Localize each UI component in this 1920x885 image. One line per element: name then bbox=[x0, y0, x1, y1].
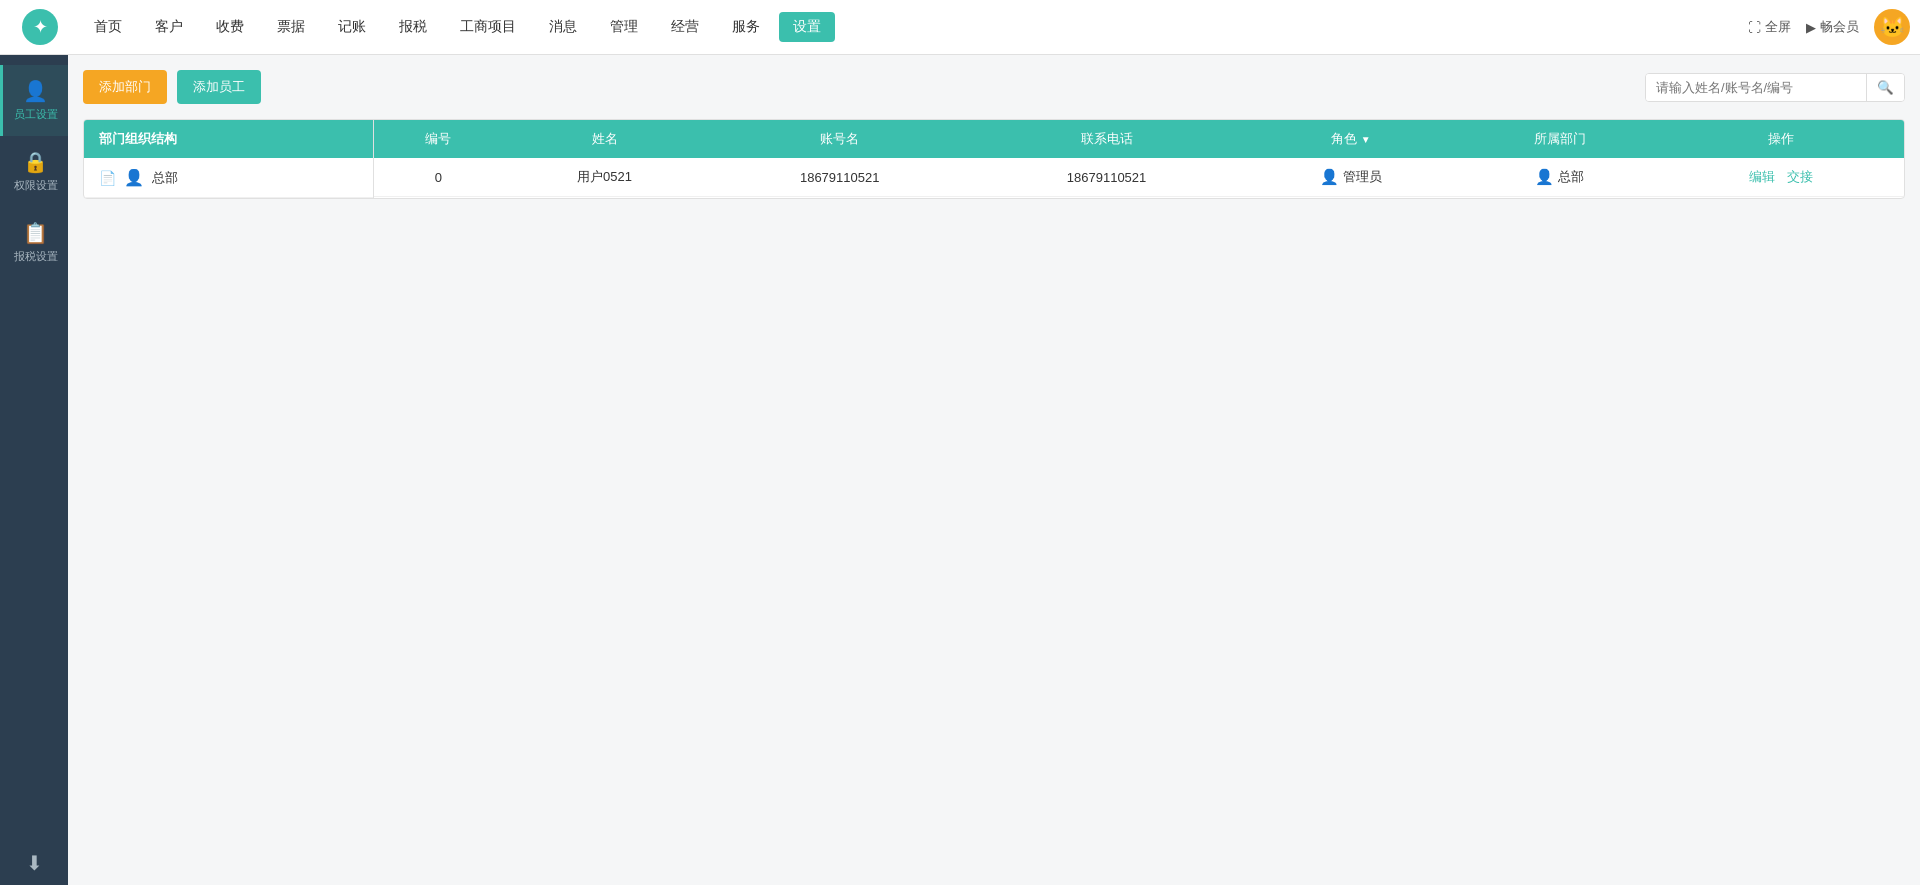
filter-icon: ▼ bbox=[1361, 134, 1371, 145]
search-button[interactable]: 🔍 bbox=[1866, 74, 1904, 101]
nav-items: 首页客户收费票据记账报税工商项目消息管理经营服务设置 bbox=[80, 12, 1748, 42]
nav-item-客户[interactable]: 客户 bbox=[141, 12, 197, 42]
avatar[interactable]: 🐱 bbox=[1874, 9, 1910, 45]
member-icon: ▶ bbox=[1806, 20, 1816, 35]
edit-link[interactable]: 编辑 bbox=[1749, 169, 1775, 184]
nav-item-设置[interactable]: 设置 bbox=[779, 12, 835, 42]
sidebar-label: 员工设置 bbox=[14, 107, 58, 122]
search-box: 🔍 bbox=[1645, 73, 1905, 102]
sidebar-bottom-icon[interactable]: ⬇ bbox=[16, 841, 53, 885]
nav-item-消息[interactable]: 消息 bbox=[535, 12, 591, 42]
col-header-6: 操作 bbox=[1657, 120, 1904, 158]
col-header-2: 账号名 bbox=[706, 120, 973, 158]
sidebar-icon: 📋 bbox=[23, 221, 48, 245]
emp-table: 编号姓名账号名联系电话角色 ▼所属部门操作 0 用户0521 186791105… bbox=[374, 120, 1904, 197]
toolbar: 添加部门 添加员工 🔍 bbox=[83, 70, 1905, 104]
dept-icon: 👤 bbox=[1535, 168, 1554, 186]
emp-panel: 编号姓名账号名联系电话角色 ▼所属部门操作 0 用户0521 186791105… bbox=[374, 120, 1904, 198]
fullscreen-label: 全屏 bbox=[1765, 18, 1791, 36]
sidebar-item-员工设置[interactable]: 👤 员工设置 bbox=[0, 65, 68, 136]
logo-icon: ✦ bbox=[22, 9, 58, 45]
sidebar-icon: 👤 bbox=[23, 79, 48, 103]
col-header-3: 联系电话 bbox=[973, 120, 1240, 158]
logo: ✦ bbox=[10, 9, 70, 45]
role-icon: 👤 bbox=[1320, 168, 1339, 186]
dept-name: 总部 bbox=[152, 169, 178, 187]
col-header-4[interactable]: 角色 ▼ bbox=[1240, 120, 1462, 158]
fullscreen-button[interactable]: ⛶ 全屏 bbox=[1748, 18, 1791, 36]
nav-item-收费[interactable]: 收费 bbox=[202, 12, 258, 42]
add-emp-button[interactable]: 添加员工 bbox=[177, 70, 261, 104]
member-button[interactable]: ▶ 畅会员 bbox=[1806, 18, 1859, 36]
main-layout: 👤员工设置🔒权限设置📋报税设置⬇ 添加部门 添加员工 🔍 部门组织结构 📄👤总部… bbox=[0, 55, 1920, 885]
emp-table-header: 编号姓名账号名联系电话角色 ▼所属部门操作 bbox=[374, 120, 1904, 158]
dept-user-icon: 👤 bbox=[124, 168, 144, 187]
dept-panel: 部门组织结构 📄 👤 总部 bbox=[84, 120, 374, 198]
col-id: 0 bbox=[374, 158, 503, 197]
dept-item[interactable]: 📄 👤 总部 bbox=[84, 158, 373, 198]
col-header-0: 编号 bbox=[374, 120, 503, 158]
col-role: 👤管理员 bbox=[1240, 158, 1462, 197]
col-actions: 编辑 交接 bbox=[1657, 158, 1904, 197]
panel-layout: 部门组织结构 📄👤总部 编号姓名账号名联系电话角色 ▼所属部门操作 0 用户05… bbox=[83, 119, 1905, 199]
nav-item-记账[interactable]: 记账 bbox=[324, 12, 380, 42]
col-header-5: 所属部门 bbox=[1462, 120, 1658, 158]
sidebar-item-权限设置[interactable]: 🔒 权限设置 bbox=[0, 136, 68, 207]
nav-item-首页[interactable]: 首页 bbox=[80, 12, 136, 42]
transfer-link[interactable]: 交接 bbox=[1787, 169, 1813, 184]
dept-list: 📄 👤 总部 bbox=[84, 158, 373, 198]
col-name: 用户0521 bbox=[503, 158, 706, 197]
table-row: 0 用户0521 18679110521 18679110521 👤管理员 👤总… bbox=[374, 158, 1904, 197]
sidebar-label: 权限设置 bbox=[14, 178, 58, 193]
nav-item-票据[interactable]: 票据 bbox=[263, 12, 319, 42]
col-dept: 👤总部 bbox=[1462, 158, 1658, 197]
col-phone: 18679110521 bbox=[973, 158, 1240, 197]
dept-panel-header: 部门组织结构 bbox=[84, 120, 373, 158]
col-account: 18679110521 bbox=[706, 158, 973, 197]
fullscreen-icon: ⛶ bbox=[1748, 20, 1761, 35]
nav-right: ⛶ 全屏 ▶ 畅会员 🐱 bbox=[1748, 9, 1910, 45]
col-header-1: 姓名 bbox=[503, 120, 706, 158]
top-navigation: ✦ 首页客户收费票据记账报税工商项目消息管理经营服务设置 ⛶ 全屏 ▶ 畅会员 … bbox=[0, 0, 1920, 55]
emp-table-body: 0 用户0521 18679110521 18679110521 👤管理员 👤总… bbox=[374, 158, 1904, 197]
file-icon: 📄 bbox=[99, 170, 116, 186]
nav-item-报税[interactable]: 报税 bbox=[385, 12, 441, 42]
member-label: 畅会员 bbox=[1820, 18, 1859, 36]
add-dept-button[interactable]: 添加部门 bbox=[83, 70, 167, 104]
search-input[interactable] bbox=[1646, 74, 1866, 101]
sidebar-icon: 🔒 bbox=[23, 150, 48, 174]
sidebar: 👤 员工设置 🔒 权限设置 📋 报税设置 ⬇ bbox=[0, 55, 68, 885]
nav-item-服务[interactable]: 服务 bbox=[718, 12, 774, 42]
nav-item-工商项目[interactable]: 工商项目 bbox=[446, 12, 530, 42]
nav-item-管理[interactable]: 管理 bbox=[596, 12, 652, 42]
sidebar-item-报税设置[interactable]: 📋 报税设置 bbox=[0, 207, 68, 278]
content-area: 添加部门 添加员工 🔍 部门组织结构 📄👤总部 编号姓名账号名联系电话角色 ▼所… bbox=[68, 55, 1920, 885]
nav-item-经营[interactable]: 经营 bbox=[657, 12, 713, 42]
sidebar-label: 报税设置 bbox=[14, 249, 58, 264]
